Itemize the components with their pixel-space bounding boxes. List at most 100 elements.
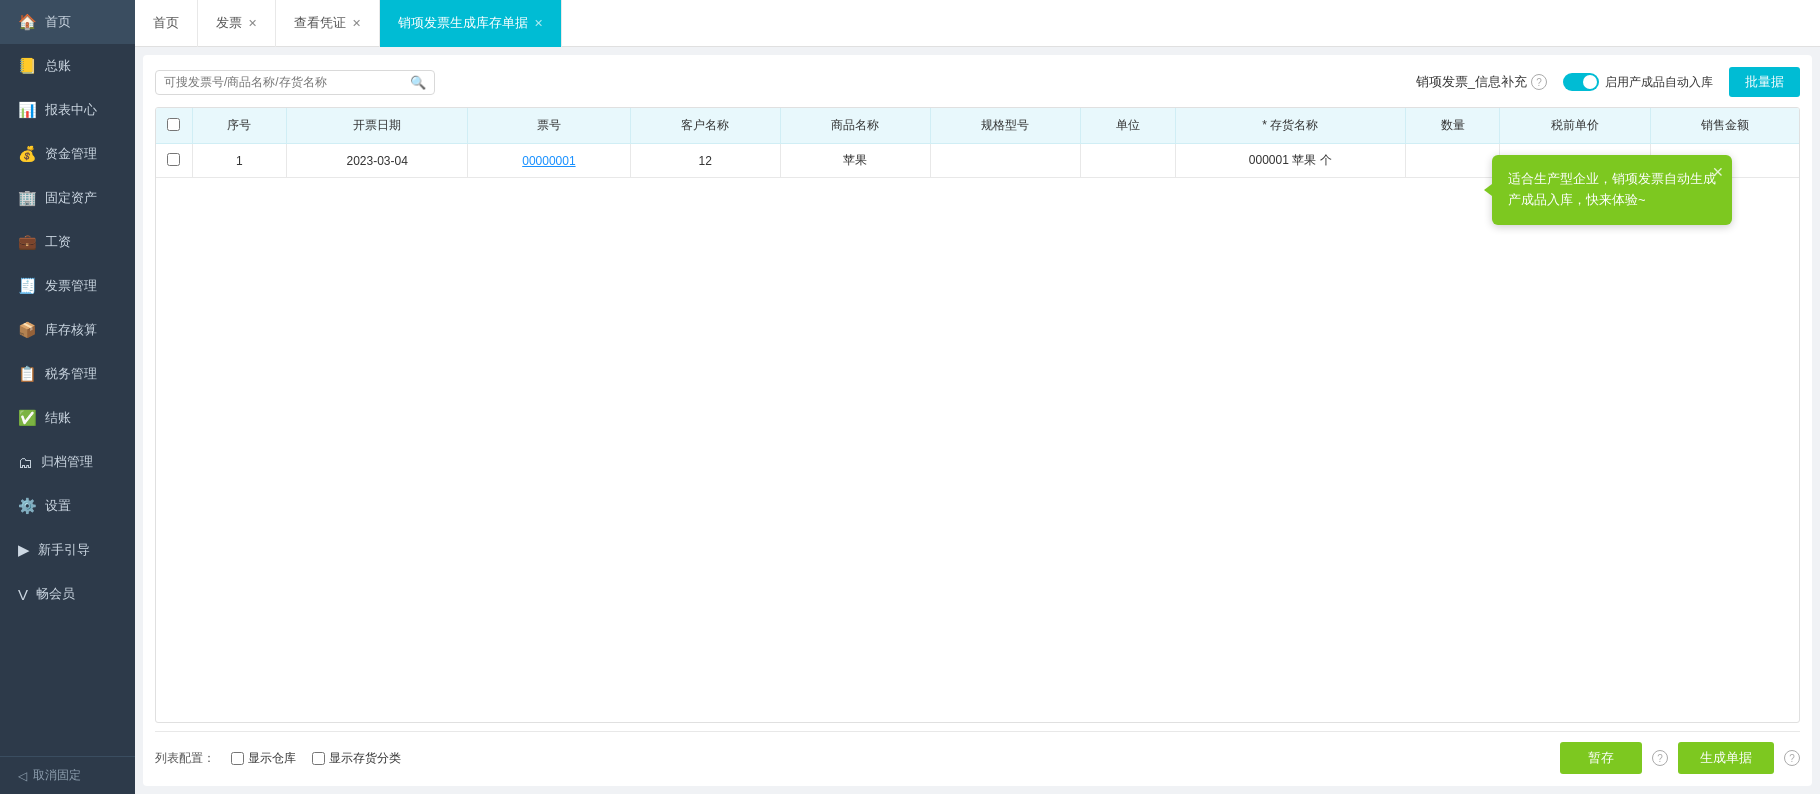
- sidebar-item-new-guide[interactable]: ▶ 新手引导: [0, 528, 135, 572]
- col-header-invoice-no: 票号: [468, 108, 631, 144]
- sidebar-item-label: 畅会员: [36, 585, 75, 603]
- show-warehouse-checkbox[interactable]: [231, 752, 244, 765]
- content-area: 🔍 销项发票_信息补充 ? 启用产成品自动入库 批量据: [143, 55, 1812, 786]
- cell-unit: [1080, 144, 1175, 178]
- col-header-unit: 单位: [1080, 108, 1175, 144]
- info-label: 销项发票_信息补充 ?: [1416, 73, 1547, 91]
- sidebar-item-invoice-management[interactable]: 🧾 发票管理: [0, 264, 135, 308]
- sidebar-item-fixed-assets[interactable]: 🏢 固定资产: [0, 176, 135, 220]
- info-icon[interactable]: ?: [1531, 74, 1547, 90]
- sidebar-item-label: 报表中心: [45, 101, 97, 119]
- sidebar-item-label: 总账: [45, 57, 71, 75]
- tab-sales-invoice[interactable]: 销项发票生成库存单据 ✕: [380, 0, 562, 47]
- generate-help-icon[interactable]: ?: [1784, 750, 1800, 766]
- save-help-icon[interactable]: ?: [1652, 750, 1668, 766]
- show-warehouse-label: 显示仓库: [248, 750, 296, 767]
- sidebar-item-label: 库存核算: [45, 321, 97, 339]
- col-header-product-name: 商品名称: [780, 108, 930, 144]
- cell-date: 2023-03-04: [287, 144, 468, 178]
- cell-seq: 1: [192, 144, 287, 178]
- tab-invoice[interactable]: 发票 ✕: [198, 0, 276, 47]
- tab-sales-invoice-label: 销项发票生成库存单据: [398, 14, 528, 32]
- sidebar-item-general-ledger[interactable]: 📒 总账: [0, 44, 135, 88]
- bottom-actions: 暂存 ? 生成单据 ?: [1560, 742, 1800, 774]
- select-all-checkbox[interactable]: [167, 118, 180, 131]
- col-header-unit-price: 税前单价: [1500, 108, 1650, 144]
- cell-customer: 12: [630, 144, 780, 178]
- show-inventory-category-checkbox[interactable]: [312, 752, 325, 765]
- cell-qty: [1405, 144, 1500, 178]
- tab-home-label: 首页: [153, 14, 179, 32]
- sidebar-item-tax-management[interactable]: 📋 税务管理: [0, 352, 135, 396]
- sidebar-item-label: 首页: [45, 13, 71, 31]
- sidebar-item-archive-management[interactable]: 🗂 归档管理: [0, 440, 135, 484]
- toggle-label: 启用产成品自动入库: [1605, 74, 1713, 91]
- sidebar-item-report-center[interactable]: 📊 报表中心: [0, 88, 135, 132]
- tooltip-close-button[interactable]: ✕: [1712, 161, 1724, 183]
- col-header-customer: 客户名称: [630, 108, 780, 144]
- home-icon: 🏠: [18, 13, 37, 31]
- sidebar-item-label: 归档管理: [41, 453, 93, 471]
- cell-checkbox: [156, 144, 192, 178]
- toggle-auto-warehouse[interactable]: [1563, 73, 1599, 91]
- tab-invoice-close-icon[interactable]: ✕: [248, 17, 257, 30]
- ledger-icon: 📒: [18, 57, 37, 75]
- table-header-row: 序号 开票日期 票号 客户名称 商品名称 规格型号 单位 * 存货名称 数量 税…: [156, 108, 1799, 144]
- cancel-pin-icon: ◁: [18, 769, 27, 783]
- list-config-label: 列表配置：: [155, 750, 215, 767]
- sidebar: 🏠 首页 📒 总账 📊 报表中心 💰 资金管理 🏢 固定资产 💼 工资 🧾 发票…: [0, 0, 135, 794]
- sidebar-item-checkout[interactable]: ✅ 结账: [0, 396, 135, 440]
- toggle-wrap: 启用产成品自动入库: [1563, 73, 1713, 91]
- inventory-icon: 📦: [18, 321, 37, 339]
- tab-invoice-label: 发票: [216, 14, 242, 32]
- save-button[interactable]: 暂存: [1560, 742, 1642, 774]
- info-label-text: 销项发票_信息补充: [1416, 73, 1527, 91]
- show-inventory-category-label: 显示存货分类: [329, 750, 401, 767]
- tax-icon: 📋: [18, 365, 37, 383]
- sidebar-item-inventory[interactable]: 📦 库存核算: [0, 308, 135, 352]
- search-icon: 🔍: [410, 75, 426, 90]
- batch-button[interactable]: 批量据: [1729, 67, 1800, 97]
- col-header-seq: 序号: [192, 108, 287, 144]
- sidebar-item-label: 工资: [45, 233, 71, 251]
- tab-view-voucher-close-icon[interactable]: ✕: [352, 17, 361, 30]
- show-warehouse-item[interactable]: 显示仓库: [231, 750, 296, 767]
- col-header-checkbox: [156, 108, 192, 144]
- row-checkbox[interactable]: [167, 153, 180, 166]
- cell-inventory-name: 000001 苹果 个: [1175, 144, 1405, 178]
- main-area: 首页 发票 ✕ 查看凭证 ✕ 销项发票生成库存单据 ✕ 🔍 销项发票_信息补充 …: [135, 0, 1820, 794]
- sidebar-item-payroll[interactable]: 💼 工资: [0, 220, 135, 264]
- payroll-icon: 💼: [18, 233, 37, 251]
- sidebar-item-fund-management[interactable]: 💰 资金管理: [0, 132, 135, 176]
- sidebar-item-member[interactable]: V 畅会员: [0, 572, 135, 616]
- tab-view-voucher[interactable]: 查看凭证 ✕: [276, 0, 380, 47]
- cell-invoice-no: 00000001: [468, 144, 631, 178]
- col-header-inventory-name: * 存货名称: [1175, 108, 1405, 144]
- search-input[interactable]: [164, 75, 410, 89]
- tab-home[interactable]: 首页: [135, 0, 198, 47]
- member-icon: V: [18, 586, 28, 603]
- sidebar-item-label: 设置: [45, 497, 71, 515]
- generate-button[interactable]: 生成单据: [1678, 742, 1774, 774]
- toolbar-right: 销项发票_信息补充 ? 启用产成品自动入库 批量据: [1416, 67, 1800, 97]
- sidebar-item-label: 发票管理: [45, 277, 97, 295]
- sidebar-item-home[interactable]: 🏠 首页: [0, 0, 135, 44]
- sidebar-item-settings[interactable]: ⚙️ 设置: [0, 484, 135, 528]
- cell-spec: [930, 144, 1080, 178]
- search-box[interactable]: 🔍: [155, 70, 435, 95]
- col-header-amount: 销售金额: [1650, 108, 1799, 144]
- sidebar-item-label: 资金管理: [45, 145, 97, 163]
- bottom-bar: 列表配置： 显示仓库 显示存货分类 暂存 ? 生成单据 ?: [155, 731, 1800, 774]
- show-inventory-category-item[interactable]: 显示存货分类: [312, 750, 401, 767]
- cancel-pin-label: 取消固定: [33, 767, 81, 784]
- tab-sales-invoice-close-icon[interactable]: ✕: [534, 17, 543, 30]
- col-header-spec: 规格型号: [930, 108, 1080, 144]
- sidebar-bottom-cancel-pin[interactable]: ◁ 取消固定: [0, 756, 135, 794]
- archive-icon: 🗂: [18, 454, 33, 471]
- settings-icon: ⚙️: [18, 497, 37, 515]
- invoice-no-link[interactable]: 00000001: [522, 154, 575, 168]
- sidebar-item-label: 结账: [45, 409, 71, 427]
- tab-view-voucher-label: 查看凭证: [294, 14, 346, 32]
- sidebar-item-label: 新手引导: [38, 541, 90, 559]
- fund-icon: 💰: [18, 145, 37, 163]
